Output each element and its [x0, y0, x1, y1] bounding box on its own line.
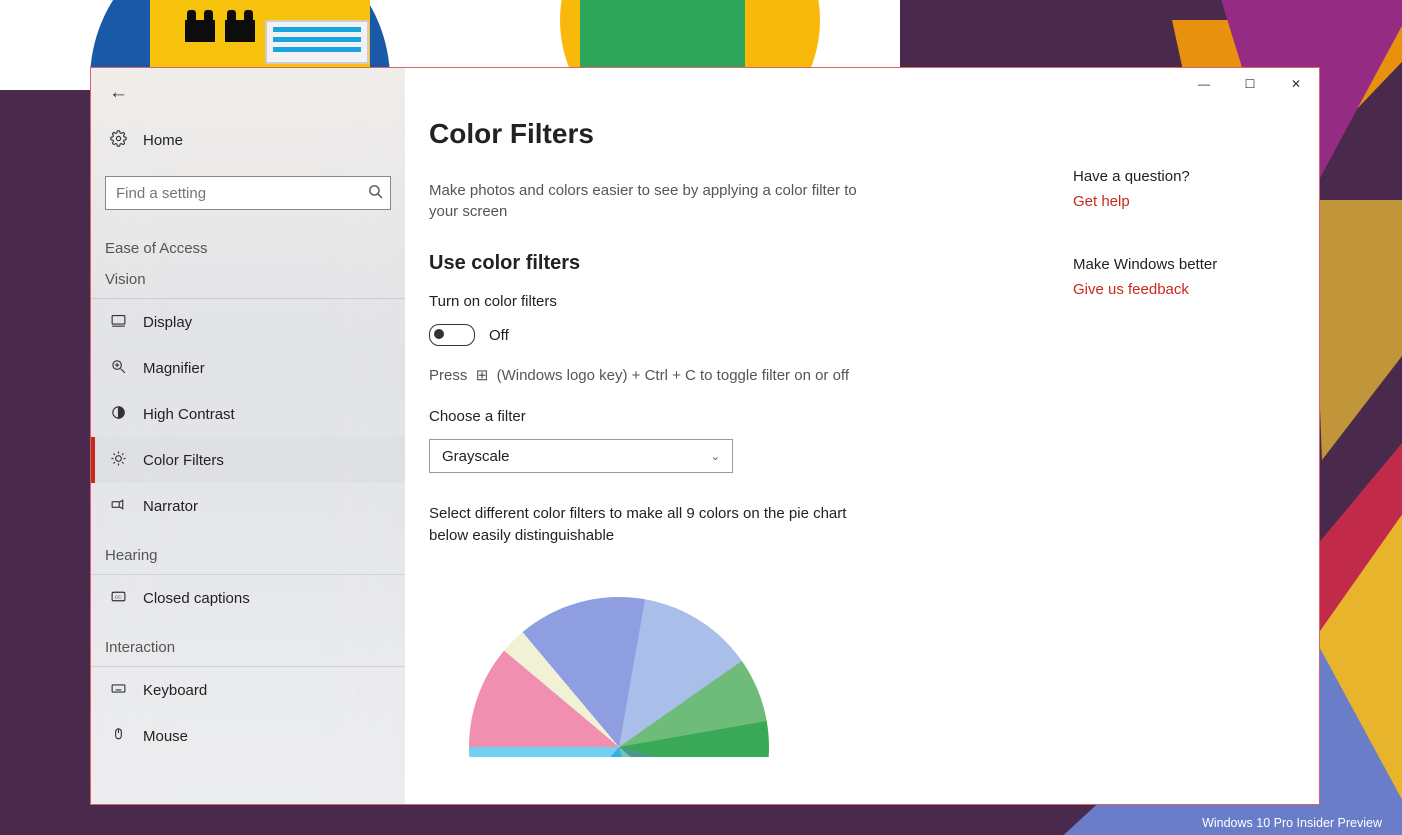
section-heading: Use color filters: [429, 252, 1069, 275]
narrator-icon: [110, 496, 127, 517]
sidebar-home[interactable]: Home: [91, 116, 405, 164]
search-icon: [360, 183, 390, 203]
settings-sidebar: ← Home Ease of Access Vision: [91, 68, 405, 804]
color-filters-toggle[interactable]: [429, 324, 475, 346]
svg-text:CC: CC: [115, 594, 123, 600]
feedback-heading: Make Windows better: [1073, 256, 1283, 273]
back-button[interactable]: ←: [91, 68, 146, 116]
color-filters-icon: [110, 450, 127, 471]
sidebar-item-label: Magnifier: [143, 360, 205, 377]
sidebar-item-display[interactable]: Display: [91, 299, 405, 345]
toggle-state-label: Off: [489, 327, 509, 344]
choose-filter-label: Choose a filter: [429, 408, 1069, 425]
filter-description: Select different color filters to make a…: [429, 503, 869, 547]
help-aside: Have a question? Get help Make Windows b…: [1073, 168, 1283, 344]
gear-icon: [110, 130, 127, 151]
back-arrow-icon: ←: [109, 82, 128, 103]
magnifier-icon: [110, 358, 127, 379]
sidebar-item-label: Display: [143, 314, 192, 331]
sidebar-item-color-filters[interactable]: Color Filters: [91, 437, 405, 483]
sidebar-item-narrator[interactable]: Narrator: [91, 483, 405, 529]
settings-window: ← Home Ease of Access Vision: [90, 67, 1320, 805]
contrast-icon: [110, 404, 127, 425]
desktop-watermark: Windows 10 Pro Insider Preview: [1202, 816, 1382, 830]
search-input[interactable]: [106, 185, 360, 202]
shortcut-hint: Press ⊞ (Windows logo key) + Ctrl + C to…: [429, 366, 1069, 384]
help-heading: Have a question?: [1073, 168, 1283, 185]
filter-dropdown-value: Grayscale: [442, 448, 510, 465]
toggle-heading: Turn on color filters: [429, 293, 1069, 310]
get-help-link[interactable]: Get help: [1073, 193, 1130, 210]
closed-captions-icon: CC: [110, 588, 127, 609]
close-icon: ✕: [1291, 77, 1301, 91]
mouse-icon: [110, 726, 127, 747]
filter-dropdown[interactable]: Grayscale ⌄: [429, 439, 733, 473]
window-maximize-button[interactable]: ☐: [1227, 68, 1273, 100]
window-close-button[interactable]: ✕: [1273, 68, 1319, 100]
window-minimize-button[interactable]: —: [1181, 68, 1227, 100]
page-title: Color Filters: [429, 118, 1069, 150]
sidebar-item-high-contrast[interactable]: High Contrast: [91, 391, 405, 437]
sidebar-item-label: Closed captions: [143, 590, 250, 607]
monitor-icon: [110, 312, 127, 333]
settings-content: — ☐ ✕ Color Filters Make photos and colo…: [405, 68, 1319, 804]
keyboard-icon: [110, 680, 127, 701]
chevron-down-icon: ⌄: [711, 450, 720, 463]
sidebar-item-label: Keyboard: [143, 682, 207, 699]
page-lead: Make photos and colors easier to see by …: [429, 180, 889, 222]
sidebar-item-keyboard[interactable]: Keyboard: [91, 667, 405, 713]
sidebar-item-label: High Contrast: [143, 406, 235, 423]
give-feedback-link[interactable]: Give us feedback: [1073, 281, 1189, 298]
sidebar-home-label: Home: [143, 132, 183, 149]
sidebar-group-vision: Vision: [91, 260, 405, 299]
sidebar-group-hearing: Hearing: [91, 529, 405, 575]
sidebar-category: Ease of Access: [91, 222, 405, 260]
maximize-icon: ☐: [1245, 77, 1256, 91]
search-input-container[interactable]: [105, 176, 391, 210]
sidebar-item-magnifier[interactable]: Magnifier: [91, 345, 405, 391]
sidebar-item-mouse[interactable]: Mouse: [91, 713, 405, 759]
windows-key-icon: ⊞: [476, 367, 489, 384]
sidebar-group-interaction: Interaction: [91, 621, 405, 667]
minimize-icon: —: [1198, 77, 1210, 91]
color-filter-pie-chart: [469, 597, 769, 757]
sidebar-item-label: Narrator: [143, 498, 198, 515]
sidebar-item-label: Mouse: [143, 728, 188, 745]
sidebar-item-closed-captions[interactable]: CC Closed captions: [91, 575, 405, 621]
sidebar-item-label: Color Filters: [143, 452, 224, 469]
window-controls: — ☐ ✕: [1181, 68, 1319, 100]
